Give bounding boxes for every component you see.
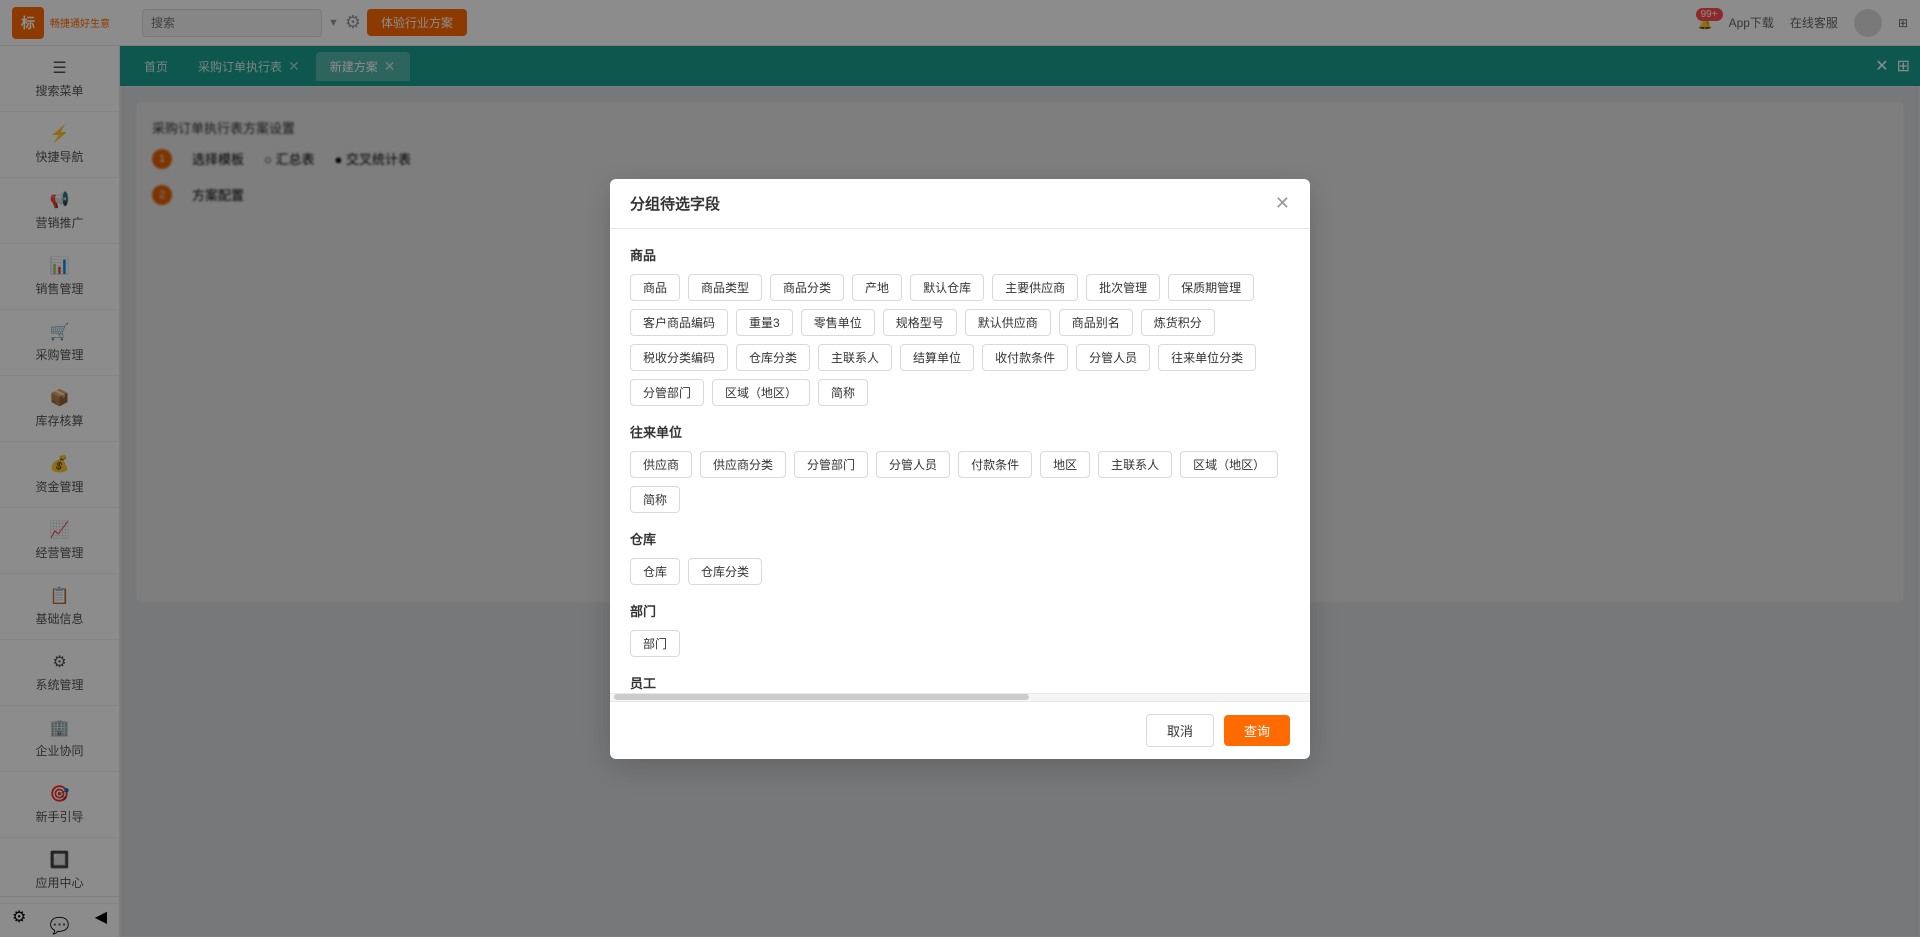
- field-tag-地区[interactable]: 地区: [1040, 451, 1090, 478]
- field-tag-客户商品编码[interactable]: 客户商品编码: [630, 309, 728, 336]
- field-tag-保质期管理[interactable]: 保质期管理: [1168, 274, 1254, 301]
- field-tag-部门[interactable]: 部门: [630, 630, 680, 657]
- field-tag-商品分类[interactable]: 商品分类: [770, 274, 844, 301]
- field-grid-warehouse: 仓库仓库分类: [630, 558, 1290, 585]
- field-tag-默认供应商[interactable]: 默认供应商: [965, 309, 1051, 336]
- modal-title: 分组待选字段: [630, 193, 720, 214]
- section-title-department: 部门: [630, 601, 1290, 620]
- field-tag-区域（地区）[interactable]: 区域（地区）: [1180, 451, 1278, 478]
- field-tag-仓库分类[interactable]: 仓库分类: [688, 558, 762, 585]
- field-tag-供应商[interactable]: 供应商: [630, 451, 692, 478]
- confirm-button[interactable]: 查询: [1224, 715, 1290, 746]
- field-tag-商品[interactable]: 商品: [630, 274, 680, 301]
- field-grid-partner: 供应商供应商分类分管部门分管人员付款条件地区主联系人区域（地区） 简称: [630, 451, 1290, 513]
- field-tag-主要供应商[interactable]: 主要供应商: [992, 274, 1078, 301]
- field-tag-商品别名[interactable]: 商品别名: [1059, 309, 1133, 336]
- field-tag-主联系人[interactable]: 主联系人: [1098, 451, 1172, 478]
- section-title-staff: 员工: [630, 673, 1290, 692]
- field-tag-炼货积分[interactable]: 炼货积分: [1141, 309, 1215, 336]
- section-title-goods: 商品: [630, 245, 1290, 264]
- field-tag-分管部门[interactable]: 分管部门: [794, 451, 868, 478]
- field-tag-往来单位分类[interactable]: 往来单位分类: [1158, 344, 1256, 371]
- field-tag-仓库[interactable]: 仓库: [630, 558, 680, 585]
- field-tag-零售单位[interactable]: 零售单位: [801, 309, 875, 336]
- modal-dialog: 分组待选字段 ✕ 商品商品商品类型商品分类产地默认仓库主要供应商批次管理保质期管…: [610, 179, 1310, 759]
- field-tag-产地[interactable]: 产地: [852, 274, 902, 301]
- field-grid-goods: 商品商品类型商品分类产地默认仓库主要供应商批次管理保质期管理客户商品编码重量3 零…: [630, 274, 1290, 406]
- field-tag-分管人员[interactable]: 分管人员: [1076, 344, 1150, 371]
- modal-footer: 取消 查询: [610, 701, 1310, 759]
- field-tag-供应商分类[interactable]: 供应商分类: [700, 451, 786, 478]
- field-tag-商品类型[interactable]: 商品类型: [688, 274, 762, 301]
- field-tag-主联系人[interactable]: 主联系人: [818, 344, 892, 371]
- field-tag-收付款条件[interactable]: 收付款条件: [982, 344, 1068, 371]
- field-tag-税收分类编码[interactable]: 税收分类编码: [630, 344, 728, 371]
- field-tag-区域（地区）[interactable]: 区域（地区）: [712, 379, 810, 406]
- hscroll-thumb: [614, 694, 1029, 700]
- field-tag-重量3[interactable]: 重量3: [736, 309, 793, 336]
- section-title-warehouse: 仓库: [630, 529, 1290, 548]
- field-tag-规格型号[interactable]: 规格型号: [883, 309, 957, 336]
- field-tag-分管人员[interactable]: 分管人员: [876, 451, 950, 478]
- modal-body: 商品商品商品类型商品分类产地默认仓库主要供应商批次管理保质期管理客户商品编码重量…: [610, 229, 1310, 694]
- modal-close-button[interactable]: ✕: [1275, 193, 1290, 214]
- field-tag-结算单位[interactable]: 结算单位: [900, 344, 974, 371]
- field-grid-department: 部门: [630, 630, 1290, 657]
- field-tag-默认仓库[interactable]: 默认仓库: [910, 274, 984, 301]
- modal-overlay[interactable]: 分组待选字段 ✕ 商品商品商品类型商品分类产地默认仓库主要供应商批次管理保质期管…: [0, 0, 1920, 937]
- field-tag-批次管理[interactable]: 批次管理: [1086, 274, 1160, 301]
- field-tag-付款条件[interactable]: 付款条件: [958, 451, 1032, 478]
- field-tag-仓库分类[interactable]: 仓库分类: [736, 344, 810, 371]
- field-tag-简称[interactable]: 简称: [630, 486, 680, 513]
- modal-header: 分组待选字段 ✕: [610, 179, 1310, 229]
- section-title-partner: 往来单位: [630, 422, 1290, 441]
- modal-horizontal-scrollbar[interactable]: [610, 693, 1310, 700]
- field-tag-简称[interactable]: 简称: [818, 379, 868, 406]
- cancel-button[interactable]: 取消: [1146, 714, 1214, 747]
- field-tag-分管部门[interactable]: 分管部门: [630, 379, 704, 406]
